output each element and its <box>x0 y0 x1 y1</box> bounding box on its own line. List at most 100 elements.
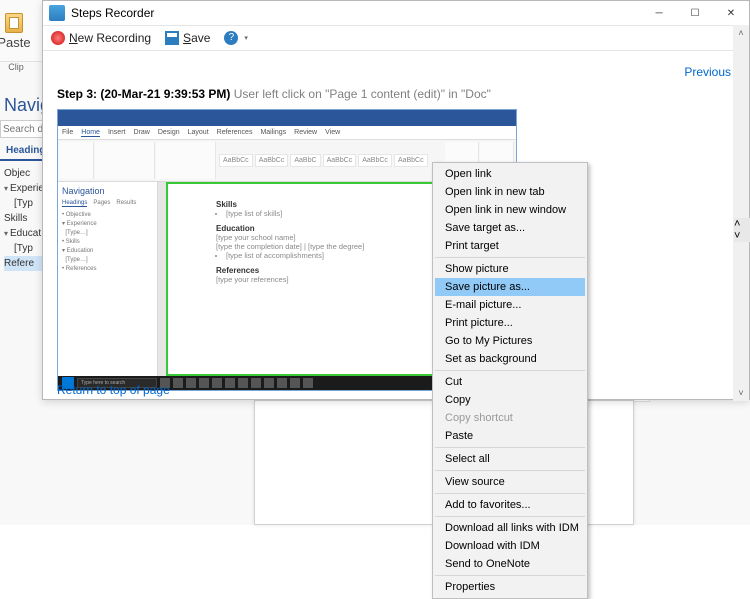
shot-styles-gallery: AaBbCc AaBbCc AaBbC AaBbCc AaBbCc AaBbCc <box>217 142 444 179</box>
taskbar-icon <box>212 378 222 388</box>
shot-tab: References <box>217 129 253 136</box>
paste-icon <box>5 13 23 33</box>
taskbar-icon <box>290 378 300 388</box>
shot-ribbon-group <box>156 142 216 179</box>
tree-item[interactable]: Objec <box>4 166 46 181</box>
maximize-button[interactable]: ☐ <box>677 1 713 25</box>
app-icon <box>49 5 65 21</box>
shot-style: AaBbC <box>290 154 320 167</box>
shot-heading: Education <box>216 224 458 233</box>
menu-item[interactable]: Download all links with IDM <box>435 519 585 537</box>
shot-tab: Layout <box>188 129 209 136</box>
host-search-input[interactable] <box>0 120 46 138</box>
scroll-down-icon[interactable]: ˅ <box>734 230 750 242</box>
shot-placeholder: [type your school name] <box>216 233 458 242</box>
menu-item[interactable]: Open link in new window <box>435 201 585 219</box>
shot-tab: Mailings <box>260 129 286 136</box>
taskbar-icon <box>264 378 274 388</box>
window-title: Steps Recorder <box>71 6 641 20</box>
tree-item[interactable]: Educat <box>4 226 46 241</box>
taskbar-icon <box>303 378 313 388</box>
shot-style: AaBbCc <box>394 154 428 167</box>
paste-button[interactable]: Paste <box>0 0 28 62</box>
shot-titlebar <box>58 110 516 126</box>
shot-placeholder: [type list of accomplishments] <box>226 251 458 260</box>
menu-item[interactable]: Properties <box>435 578 585 596</box>
menu-item[interactable]: Send to OneNote <box>435 555 585 573</box>
minimize-button[interactable]: ─ <box>641 1 677 25</box>
host-outline-tree: Objec Experie [Typ Skills Educat [Typ Re… <box>4 166 46 271</box>
taskbar-icon <box>173 378 183 388</box>
tree-item-selected[interactable]: Refere <box>4 256 46 271</box>
menu-item[interactable]: Add to favorites... <box>435 496 585 514</box>
step-caption: Step 3: (20-Mar-21 9:39:53 PM) User left… <box>57 87 735 101</box>
menu-item[interactable]: Paste <box>435 427 585 445</box>
help-button[interactable]: ?▾ <box>224 31 248 45</box>
shot-tab: Home <box>81 129 100 137</box>
menu-item[interactable]: E-mail picture... <box>435 296 585 314</box>
step-timestamp: Step 3: (20-Mar-21 9:39:53 PM) <box>57 87 230 101</box>
shot-nav-tab: Results <box>116 200 136 207</box>
paste-label: Paste <box>0 35 31 50</box>
menu-item[interactable]: Copy <box>435 391 585 409</box>
shot-ribbon-group <box>60 142 94 179</box>
menu-item[interactable]: Go to My Pictures <box>435 332 585 350</box>
return-top-link[interactable]: Return to top of page <box>57 383 170 397</box>
shot-tab: View <box>325 129 340 136</box>
taskbar-icon <box>277 378 287 388</box>
save-button[interactable]: Save <box>165 31 210 45</box>
recorder-body: Previous Step 3: (20-Mar-21 9:39:53 PM) … <box>43 51 749 399</box>
shot-nav-title: Navigation <box>62 186 153 196</box>
menu-item[interactable]: Set as background <box>435 350 585 368</box>
tree-item[interactable]: [Typ <box>4 241 46 256</box>
shot-nav-pane: Navigation Headings Pages Results • Obje… <box>58 182 158 376</box>
menu-item[interactable]: View source <box>435 473 585 491</box>
record-icon <box>51 31 65 45</box>
taskbar-icon <box>225 378 235 388</box>
toolbar: New Recording Save ?▾ <box>43 25 749 51</box>
shot-nav-tab: Headings <box>62 200 87 207</box>
menu-item[interactable]: Open link <box>435 165 585 183</box>
shot-tabs: File Home Insert Draw Design Layout Refe… <box>58 126 516 140</box>
chevron-down-icon: ▾ <box>244 34 248 42</box>
scroll-up-icon[interactable]: ˄ <box>733 25 749 41</box>
menu-item[interactable]: Save target as... <box>435 219 585 237</box>
menu-item[interactable]: Download with IDM <box>435 537 585 555</box>
shot-nav-tab: Pages <box>93 200 110 207</box>
step-description: User left click on "Page 1 content (edit… <box>230 87 490 101</box>
menu-item[interactable]: Print picture... <box>435 314 585 332</box>
previous-link[interactable]: Previous <box>684 65 731 79</box>
host-nav-title: Naviga <box>0 95 46 116</box>
scroll-up-icon[interactable]: ˄ <box>734 218 750 230</box>
menu-item[interactable]: Select all <box>435 450 585 468</box>
menu-item[interactable]: Show picture <box>435 260 585 278</box>
titlebar[interactable]: Steps Recorder ─ ☐ ✕ <box>43 1 749 25</box>
new-recording-button[interactable]: New Recording <box>51 31 151 45</box>
help-icon: ? <box>224 31 238 45</box>
shot-placeholder: [type list of skills] <box>226 209 458 218</box>
clipboard-group-label: Clip <box>0 62 32 72</box>
shot-tab: Draw <box>133 129 149 136</box>
taskbar-icon <box>199 378 209 388</box>
menu-item[interactable]: Save picture as... <box>435 278 585 296</box>
taskbar-icon <box>186 378 196 388</box>
menu-item[interactable]: Print target <box>435 237 585 255</box>
steps-recorder-window: Steps Recorder ─ ☐ ✕ New Recording Save … <box>42 0 750 400</box>
shot-placeholder: [type your references] <box>216 275 458 284</box>
shot-tab: Review <box>294 129 317 136</box>
shot-tab: Design <box>158 129 180 136</box>
shot-tab: File <box>62 129 73 136</box>
save-icon <box>165 31 179 45</box>
tree-item[interactable]: Skills <box>4 211 46 226</box>
tree-item[interactable]: [Typ <box>4 196 46 211</box>
context-menu: Open linkOpen link in new tabOpen link i… <box>432 162 588 599</box>
close-button[interactable]: ✕ <box>713 1 749 25</box>
menu-item[interactable]: Cut <box>435 373 585 391</box>
tree-item[interactable]: Experie <box>4 181 46 196</box>
shot-heading: References <box>216 266 458 275</box>
host-tab-headings[interactable]: Headings <box>0 142 46 161</box>
shot-ribbon-group <box>95 142 155 179</box>
outer-scrollbar[interactable]: ˄ ˅ <box>734 218 750 388</box>
shot-placeholder: [type the completion date] | [type the d… <box>216 242 458 251</box>
menu-item[interactable]: Open link in new tab <box>435 183 585 201</box>
